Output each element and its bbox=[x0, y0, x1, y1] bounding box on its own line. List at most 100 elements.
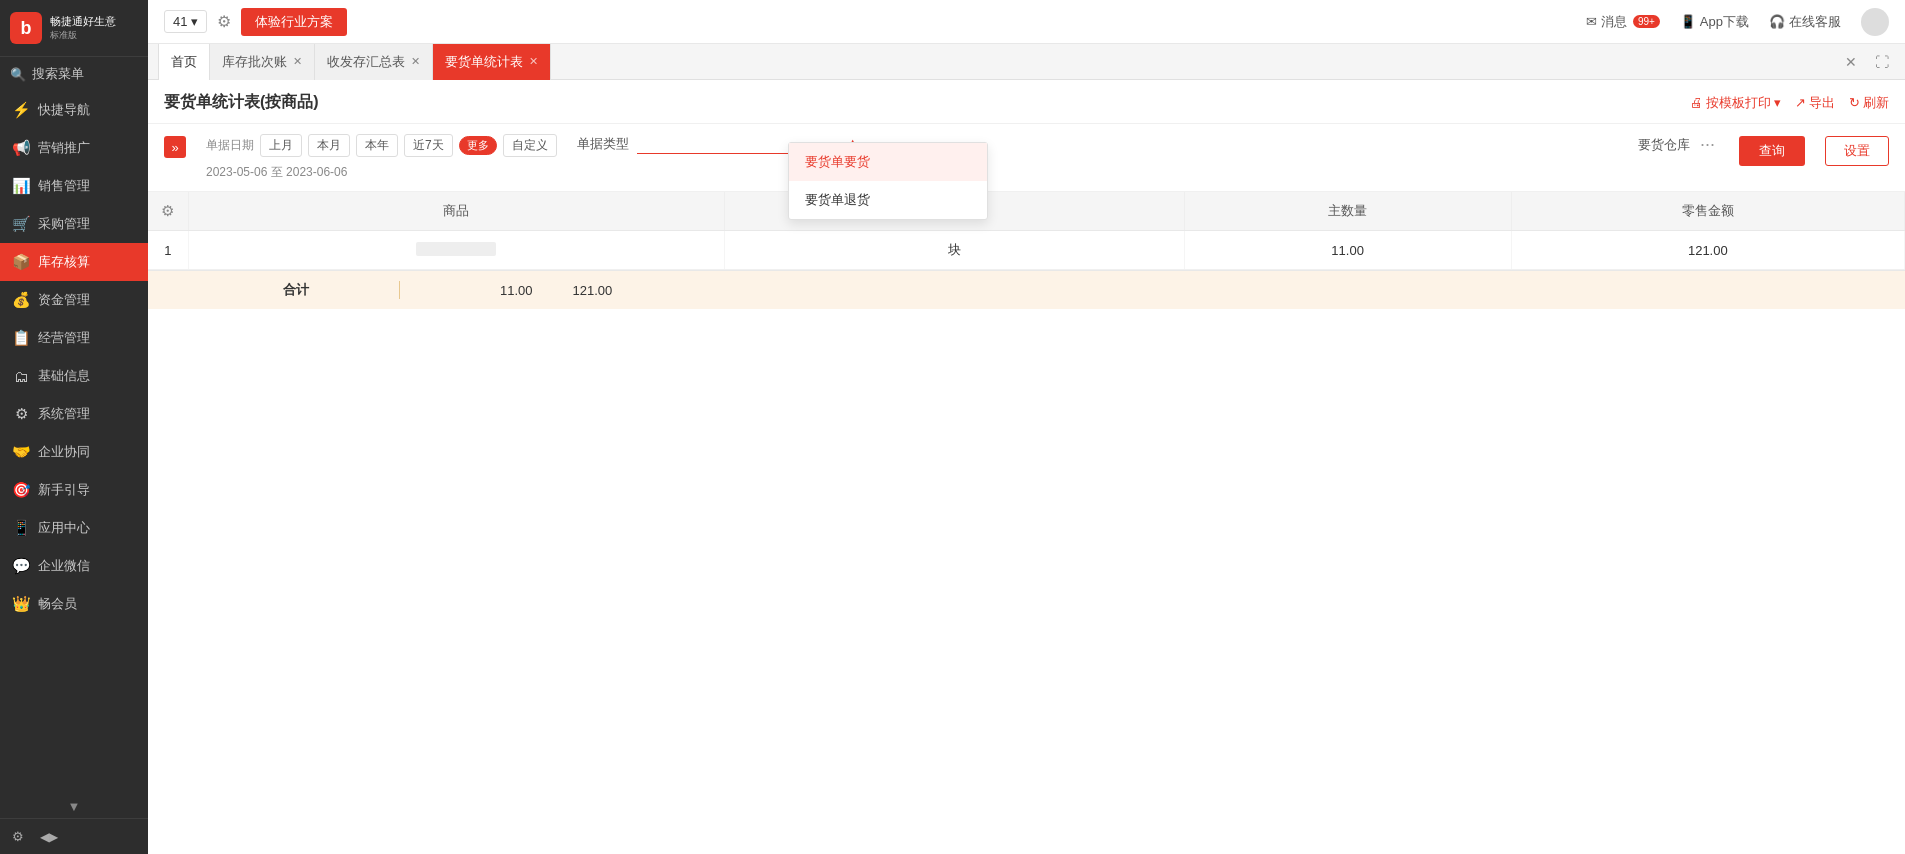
tab-maximize[interactable]: ⛶ bbox=[1869, 52, 1895, 72]
tab-requisition-summary-close[interactable]: ✕ bbox=[529, 55, 538, 68]
sidebar-item-sales[interactable]: 📊 销售管理 bbox=[0, 167, 148, 205]
table-settings-icon[interactable]: ⚙ bbox=[161, 202, 174, 219]
warehouse-more-btn[interactable]: ··· bbox=[1696, 134, 1719, 155]
sidebar-label-purchase: 采购管理 bbox=[38, 215, 90, 233]
dropdown-item-requisition-return[interactable]: 要货单退货 bbox=[789, 181, 987, 219]
avatar[interactable] bbox=[1861, 8, 1889, 36]
header-left: 41 ▾ ⚙ 体验行业方案 bbox=[164, 8, 347, 36]
tab-home[interactable]: 首页 bbox=[158, 44, 210, 80]
date-btn-more[interactable]: 更多 bbox=[459, 136, 497, 155]
sidebar-label-app-center: 应用中心 bbox=[38, 519, 90, 537]
cell-unit: 块 bbox=[724, 231, 1184, 270]
store-selector[interactable]: 41 ▾ bbox=[164, 10, 207, 33]
query-button[interactable]: 查询 bbox=[1739, 136, 1805, 166]
app-name: 畅捷通好生意 bbox=[50, 14, 116, 29]
tab-requisition-summary-label: 要货单统计表 bbox=[445, 53, 523, 71]
filter-bar: » 单据日期 上月 本月 本年 近7天 更多 自定义 2023-05-06 至 … bbox=[148, 124, 1905, 192]
date-btn-this-year[interactable]: 本年 bbox=[356, 134, 398, 157]
footer-label: 合计 bbox=[200, 281, 400, 299]
app-download-item[interactable]: 📱 App下载 bbox=[1680, 13, 1749, 31]
export-icon: ↗ bbox=[1795, 95, 1806, 110]
export-btn[interactable]: ↗ 导出 bbox=[1795, 94, 1835, 112]
footer-collapse-icon[interactable]: ◀▶ bbox=[40, 830, 58, 844]
tab-requisition-summary[interactable]: 要货单统计表 ✕ bbox=[433, 44, 551, 80]
marketing-icon: 📢 bbox=[12, 139, 30, 157]
sidebar-label-system: 系统管理 bbox=[38, 405, 90, 423]
sidebar-item-app-center[interactable]: 📱 应用中心 bbox=[0, 509, 148, 547]
filter-expand-btn[interactable]: » bbox=[164, 136, 186, 158]
tab-receivable-summary[interactable]: 收发存汇总表 ✕ bbox=[315, 44, 433, 80]
main-area: 41 ▾ ⚙ 体验行业方案 ✉ 消息 99+ 📱 App下载 🎧 在线客服 bbox=[148, 0, 1905, 854]
type-label: 单据类型 bbox=[577, 135, 629, 153]
print-btn[interactable]: 🖨 按模板打印 ▾ bbox=[1690, 94, 1781, 112]
sidebar-item-basic-info[interactable]: 🗂 基础信息 bbox=[0, 357, 148, 395]
warehouse-label: 要货仓库 bbox=[1638, 136, 1690, 154]
footer-settings-icon[interactable]: ⚙ bbox=[12, 829, 24, 844]
guide-icon: 🎯 bbox=[12, 481, 30, 499]
top-header: 41 ▾ ⚙ 体验行业方案 ✉ 消息 99+ 📱 App下载 🎧 在线客服 bbox=[148, 0, 1905, 44]
store-dropdown-icon: ▾ bbox=[191, 14, 198, 29]
page-title-bar: 要货单统计表(按商品) 🖨 按模板打印 ▾ ↗ 导出 ↻ 刷新 bbox=[148, 80, 1905, 124]
industry-btn[interactable]: 体验行业方案 bbox=[241, 8, 347, 36]
date-filter-group: 单据日期 上月 本月 本年 近7天 更多 自定义 2023-05-06 至 20… bbox=[206, 134, 557, 181]
tab-close-all[interactable]: ✕ bbox=[1839, 52, 1863, 72]
sidebar-search[interactable]: 🔍 搜索菜单 bbox=[0, 57, 148, 91]
enterprise-wechat-icon: 💬 bbox=[12, 557, 30, 575]
message-item[interactable]: ✉ 消息 99+ bbox=[1586, 13, 1660, 31]
tab-inventory-batch[interactable]: 库存批次账 ✕ bbox=[210, 44, 315, 80]
enterprise-icon: 🤝 bbox=[12, 443, 30, 461]
sidebar-item-operations[interactable]: 📋 经营管理 bbox=[0, 319, 148, 357]
dropdown-item-requisition-order[interactable]: 要货单要货 bbox=[789, 143, 987, 181]
online-service-label: 在线客服 bbox=[1789, 13, 1841, 31]
sidebar-label-enterprise-wechat: 企业微信 bbox=[38, 557, 90, 575]
date-range: 2023-05-06 至 2023-06-06 bbox=[206, 164, 557, 181]
sidebar-scroll-down[interactable]: ▼ bbox=[0, 795, 148, 818]
inventory-icon: 📦 bbox=[12, 253, 30, 271]
date-btn-last-7-days[interactable]: 近7天 bbox=[404, 134, 453, 157]
membership-icon: 👑 bbox=[12, 595, 30, 613]
cell-product bbox=[188, 231, 724, 270]
search-icon: 🔍 bbox=[10, 67, 26, 82]
app-download-label: App下载 bbox=[1700, 13, 1749, 31]
th-settings: ⚙ bbox=[148, 192, 188, 231]
print-label: 按模板打印 bbox=[1706, 94, 1771, 112]
app-logo-icon: b bbox=[10, 12, 42, 44]
sidebar-item-enterprise-wechat[interactable]: 💬 企业微信 bbox=[0, 547, 148, 585]
refresh-btn[interactable]: ↻ 刷新 bbox=[1849, 94, 1889, 112]
sidebar-item-system[interactable]: ⚙ 系统管理 bbox=[0, 395, 148, 433]
footer-quantity: 11.00 bbox=[480, 283, 553, 298]
sidebar-item-guide[interactable]: 🎯 新手引导 bbox=[0, 471, 148, 509]
th-quantity: 主数量 bbox=[1184, 192, 1511, 231]
sidebar-item-quick-nav[interactable]: ⚡ 快捷导航 bbox=[0, 91, 148, 129]
tab-inventory-batch-close[interactable]: ✕ bbox=[293, 55, 302, 68]
online-service-item[interactable]: 🎧 在线客服 bbox=[1769, 13, 1841, 31]
date-options: 单据日期 上月 本月 本年 近7天 更多 自定义 bbox=[206, 134, 557, 157]
date-btn-this-month[interactable]: 本月 bbox=[308, 134, 350, 157]
sidebar-label-enterprise: 企业协同 bbox=[38, 443, 90, 461]
settings-button[interactable]: 设置 bbox=[1825, 136, 1889, 166]
quick-nav-icon: ⚡ bbox=[12, 101, 30, 119]
cell-quantity: 11.00 bbox=[1184, 231, 1511, 270]
tab-home-label: 首页 bbox=[171, 53, 197, 71]
sidebar-item-finance[interactable]: 💰 资金管理 bbox=[0, 281, 148, 319]
sidebar-item-purchase[interactable]: 🛒 采购管理 bbox=[0, 205, 148, 243]
message-label: 消息 bbox=[1601, 13, 1627, 31]
tab-actions: ✕ ⛶ bbox=[1839, 52, 1895, 72]
sidebar-item-inventory[interactable]: 📦 库存核算 bbox=[0, 243, 148, 281]
warehouse-filter: 要货仓库 ··· bbox=[1638, 134, 1719, 155]
sidebar-item-marketing[interactable]: 📢 营销推广 bbox=[0, 129, 148, 167]
sidebar-label-quick-nav: 快捷导航 bbox=[38, 101, 90, 119]
table-row: 1 块 11.00 121.00 bbox=[148, 231, 1905, 270]
sidebar-item-enterprise[interactable]: 🤝 企业协同 bbox=[0, 433, 148, 471]
date-label: 单据日期 bbox=[206, 137, 254, 154]
date-btn-custom[interactable]: 自定义 bbox=[503, 134, 557, 157]
sidebar-label-marketing: 营销推广 bbox=[38, 139, 90, 157]
sidebar-item-membership[interactable]: 👑 畅会员 bbox=[0, 585, 148, 623]
app-download-icon: 📱 bbox=[1680, 14, 1696, 29]
cell-index: 1 bbox=[148, 231, 188, 270]
page-content: 要货单统计表(按商品) 🖨 按模板打印 ▾ ↗ 导出 ↻ 刷新 » bbox=[148, 80, 1905, 854]
settings-gear-icon[interactable]: ⚙ bbox=[217, 12, 231, 31]
sidebar-label-membership: 畅会员 bbox=[38, 595, 77, 613]
date-btn-last-month[interactable]: 上月 bbox=[260, 134, 302, 157]
tab-receivable-summary-close[interactable]: ✕ bbox=[411, 55, 420, 68]
